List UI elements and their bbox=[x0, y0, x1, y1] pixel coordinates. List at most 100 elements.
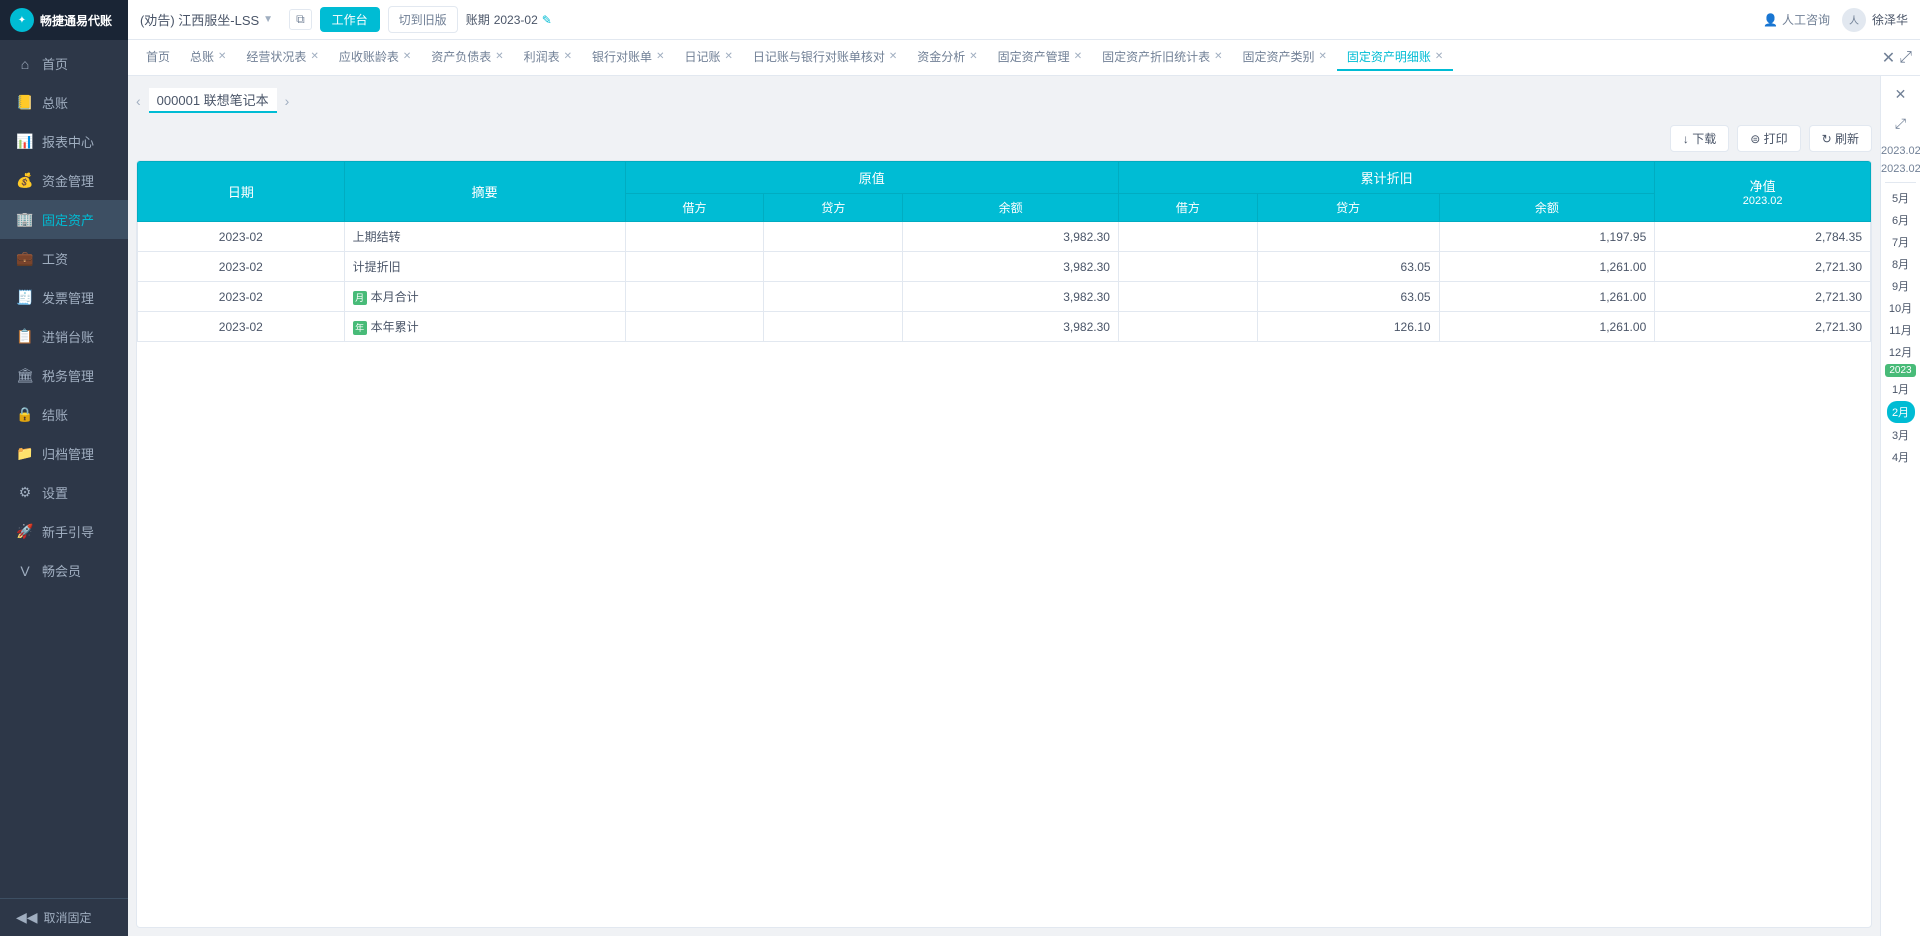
print-button[interactable]: ⊜ 打印 bbox=[1737, 125, 1800, 152]
refresh-button[interactable]: ↻ 刷新 bbox=[1809, 125, 1872, 152]
tab-close-assets[interactable]: ✕ bbox=[495, 51, 503, 62]
sidebar-item-fixed-assets[interactable]: 🏢 固定资产 bbox=[0, 200, 128, 239]
topbar: (劝告) 江西服坐-LSS ▼ ⧉ 工作台 切到旧版 账期 2023-02 ✎ … bbox=[128, 0, 1920, 40]
sidebar-item-sales[interactable]: 📋 进销台账 bbox=[0, 317, 128, 356]
sidebar-item-close[interactable]: 🔒 结账 bbox=[0, 395, 128, 434]
sidebar-item-reports[interactable]: 📊 报表中心 bbox=[0, 122, 128, 161]
sidebar-footer[interactable]: ◀◀ 取消固定 bbox=[0, 898, 128, 936]
tab-assettype[interactable]: 固定资产类别✕ bbox=[1232, 44, 1336, 71]
tab-close-fixedasset[interactable]: ✕ bbox=[1074, 51, 1082, 62]
tab-general[interactable]: 总账✕ bbox=[180, 44, 236, 71]
tab-close-bankcheck[interactable]: ✕ bbox=[889, 51, 897, 62]
breadcrumb-back[interactable]: ‹ bbox=[136, 93, 141, 109]
month-10月[interactable]: 10月 bbox=[1881, 297, 1920, 319]
row-desc-2: 月本月合计 bbox=[344, 282, 625, 312]
tab-close-general[interactable]: ✕ bbox=[218, 51, 226, 62]
divider bbox=[1885, 182, 1916, 183]
company-selector[interactable]: (劝告) 江西服坐-LSS ▼ bbox=[140, 10, 273, 29]
user-menu[interactable]: 人 徐泽华 bbox=[1842, 8, 1908, 32]
help-button[interactable]: 👤 人工咨询 bbox=[1763, 11, 1830, 28]
month-9月[interactable]: 9月 bbox=[1881, 275, 1920, 297]
reports-icon: 📊 bbox=[16, 133, 34, 151]
tab-close-business[interactable]: ✕ bbox=[310, 51, 318, 62]
content-main: ‹ 000001 联想笔记本 › ↓ 下载 ⊜ 打印 ↻ 刷新 日期 摘要 原值 bbox=[128, 76, 1880, 936]
curr-month-2月[interactable]: 2月 bbox=[1887, 401, 1915, 423]
year-2023-label2[interactable]: 2023.02 bbox=[1881, 160, 1920, 178]
tab-close-assetdetail[interactable]: ✕ bbox=[1435, 51, 1443, 62]
tab-close-depreciation[interactable]: ✕ bbox=[1214, 51, 1222, 62]
row-net-2: 2,721.30 bbox=[1655, 282, 1871, 312]
curr-month-3月[interactable]: 3月 bbox=[1881, 424, 1920, 446]
tab-close-all[interactable]: ✕ bbox=[1882, 48, 1895, 68]
company-name: (劝告) 江西服坐-LSS bbox=[140, 10, 259, 29]
tab-label-receivable: 应收账龄表 bbox=[339, 48, 399, 65]
month-12月[interactable]: 12月 bbox=[1881, 341, 1920, 363]
tab-fixedasset[interactable]: 固定资产管理✕ bbox=[988, 44, 1092, 71]
download-button[interactable]: ↓ 下载 bbox=[1670, 125, 1729, 152]
tab-receivable[interactable]: 应收账龄表 ✕ bbox=[329, 44, 421, 71]
sidebar-item-salary[interactable]: 💼 工资 bbox=[0, 239, 128, 278]
sidebar-item-home[interactable]: ⌂ 首页 bbox=[0, 44, 128, 83]
period-edit-icon[interactable]: ✎ bbox=[542, 13, 552, 27]
sidebar-item-label-home: 首页 bbox=[42, 54, 68, 73]
tab-bankcheck[interactable]: 日记账与银行对账单核对✕ bbox=[743, 44, 907, 71]
sidebar-footer-label: 取消固定 bbox=[44, 909, 92, 926]
tab-bank[interactable]: 银行对账单✕ bbox=[582, 44, 674, 71]
row-date-0: 2023-02 bbox=[138, 222, 345, 252]
tab-assets[interactable]: 资产负债表 ✕ bbox=[421, 44, 513, 71]
tab-close-receivable[interactable]: ✕ bbox=[403, 51, 411, 62]
tab-assetdetail[interactable]: 固定资产明细账✕ bbox=[1337, 44, 1453, 71]
month-6月[interactable]: 6月 bbox=[1881, 209, 1920, 231]
tab-close-profit[interactable]: ✕ bbox=[564, 51, 572, 62]
col-orig-credit: 贷方 bbox=[764, 194, 903, 222]
curr-month-4月[interactable]: 4月 bbox=[1881, 446, 1920, 468]
curr-month-1月[interactable]: 1月 bbox=[1881, 378, 1920, 400]
row-orig-debit-0 bbox=[625, 222, 764, 252]
tab-close-bank[interactable]: ✕ bbox=[656, 51, 664, 62]
month-8月[interactable]: 8月 bbox=[1881, 253, 1920, 275]
sidebar-item-funds[interactable]: 💰 资金管理 bbox=[0, 161, 128, 200]
sidebar-item-label-member: 畅会员 bbox=[42, 561, 81, 580]
workbench-button[interactable]: 工作台 bbox=[320, 7, 380, 32]
row-summary-2: 本月合计 bbox=[371, 290, 419, 304]
row-accum-debit-1 bbox=[1118, 252, 1257, 282]
copy-button[interactable]: ⧉ bbox=[289, 9, 312, 30]
topbar-right: 👤 人工咨询 人 徐泽华 bbox=[1763, 8, 1908, 32]
tab-business[interactable]: 经营状况表 ✕ bbox=[236, 44, 328, 71]
tab-profit[interactable]: 利润表✕ bbox=[514, 44, 582, 71]
sidebar-item-general-ledger[interactable]: 📒 总账 bbox=[0, 83, 128, 122]
settings-icon: ⚙ bbox=[16, 484, 34, 502]
sidebar-item-settings[interactable]: ⚙ 设置 bbox=[0, 473, 128, 512]
month-5月[interactable]: 5月 bbox=[1881, 187, 1920, 209]
sidebar-item-invoice[interactable]: 🧾 发票管理 bbox=[0, 278, 128, 317]
panel-close-icon[interactable]: ✕ bbox=[1895, 80, 1907, 109]
tab-expand[interactable]: ⤢ bbox=[1899, 49, 1912, 67]
tab-close-assettype[interactable]: ✕ bbox=[1319, 51, 1327, 62]
month-11月[interactable]: 11月 bbox=[1881, 319, 1920, 341]
sidebar-item-tax[interactable]: 🏛 税务管理 bbox=[0, 356, 128, 395]
breadcrumb-forward[interactable]: › bbox=[285, 93, 290, 109]
tab-cashflow[interactable]: 资金分析✕ bbox=[907, 44, 987, 71]
old-version-button[interactable]: 切到旧版 bbox=[388, 6, 458, 33]
col-orig-debit: 借方 bbox=[625, 194, 764, 222]
breadcrumb: 000001 联想笔记本 bbox=[149, 88, 277, 113]
year-2023-label[interactable]: 2023.02 bbox=[1881, 142, 1920, 160]
tab-label-depreciation: 固定资产折旧统计表 bbox=[1102, 48, 1210, 65]
row-date-1: 2023-02 bbox=[138, 252, 345, 282]
sidebar-item-guide[interactable]: 🚀 新手引导 bbox=[0, 512, 128, 551]
row-orig-balance-3: 3,982.30 bbox=[903, 312, 1119, 342]
tab-close-cashflow[interactable]: ✕ bbox=[969, 51, 977, 62]
table: 日期 摘要 原值 累计折旧 净值 2023.02 借方 贷方 bbox=[137, 161, 1871, 342]
row-orig-balance-1: 3,982.30 bbox=[903, 252, 1119, 282]
tab-close-journal[interactable]: ✕ bbox=[724, 51, 732, 62]
tab-label-assets: 资产负债表 bbox=[431, 48, 491, 65]
tab-journal[interactable]: 日记账✕ bbox=[674, 44, 742, 71]
tab-home[interactable]: 首页 bbox=[136, 44, 180, 71]
panel-expand-icon[interactable]: ⤢ bbox=[1895, 109, 1906, 138]
month-7月[interactable]: 7月 bbox=[1881, 231, 1920, 253]
table-row: 2023-02 年本年累计 3,982.30 126.10 1,261.00 2… bbox=[138, 312, 1871, 342]
tab-label-business: 经营状况表 bbox=[246, 48, 306, 65]
tab-depreciation[interactable]: 固定资产折旧统计表 ✕ bbox=[1092, 44, 1232, 71]
sidebar-item-archive[interactable]: 📁 归档管理 bbox=[0, 434, 128, 473]
sidebar-item-member[interactable]: V 畅会员 bbox=[0, 551, 128, 590]
